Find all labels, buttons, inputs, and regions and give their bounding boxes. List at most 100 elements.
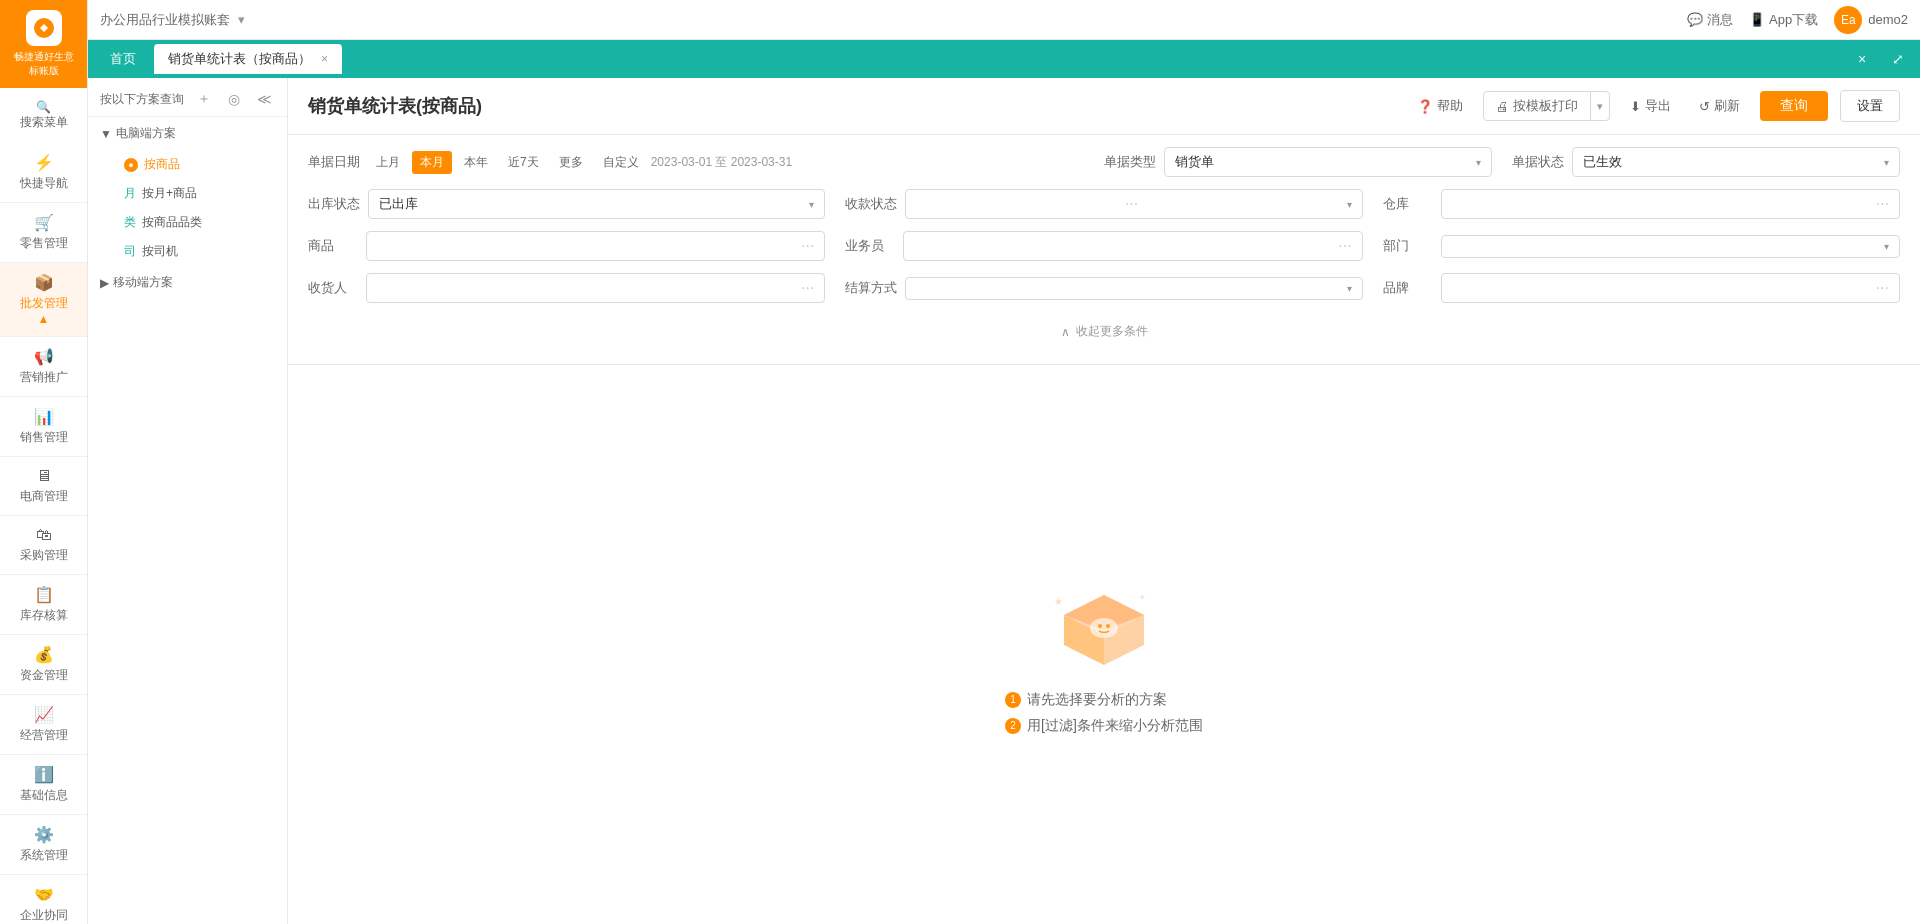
sidebar-item-inventory[interactable]: 📋 库存核算 [0,575,87,635]
goods-input[interactable]: ··· [366,231,825,261]
date-tag-this-year[interactable]: 本年 [456,151,496,174]
brand-dots[interactable]: ··· [1876,279,1889,297]
sidebar-item-system[interactable]: ⚙️ 系统管理 [0,815,87,875]
tree-group-mobile[interactable]: ▶ 移动端方案 [88,266,287,299]
settlement-select[interactable]: ▾ [905,277,1362,300]
payment-status-dots[interactable]: ··· [1125,195,1138,213]
doc-type-value: 销货单 [1175,153,1214,171]
goods-dots[interactable]: ··· [801,237,814,255]
tree-item-by-goods[interactable]: ● 按商品 [88,150,287,179]
receiver-dots[interactable]: ··· [801,279,814,297]
warehouse-dots[interactable]: ··· [1876,195,1889,213]
tab-home[interactable]: 首页 [96,44,150,74]
help-btn[interactable]: ❓ 帮助 [1409,93,1471,119]
salesperson-dots[interactable]: ··· [1338,237,1351,255]
filter-doc-type: 单据类型 销货单 ▾ [1104,147,1492,177]
wholesale-label: 批发管理 [20,295,68,312]
sidebar-item-enterprise[interactable]: 🤝 企业协同 [0,875,87,924]
operation-icon: 📈 [34,705,54,724]
collapse-panel-btn[interactable]: ≪ [253,88,275,110]
date-tag-custom[interactable]: 自定义 [595,151,647,174]
print-icon: 🖨 [1496,99,1509,114]
salesperson-input[interactable]: ··· [903,231,1362,261]
tree-item-icon-category: 类 [124,214,136,231]
message-label: 消息 [1707,11,1733,29]
sidebar-item-sales[interactable]: 📊 销售管理 [0,397,87,457]
sidebar-item-finance[interactable]: 💰 资金管理 [0,635,87,695]
enterprise-label: 企业协同 [20,907,68,924]
app-logo: 畅捷通好生意 标账版 [0,0,88,88]
query-btn[interactable]: 查询 [1760,91,1828,121]
logo-subtext: 标账版 [29,64,59,78]
collapse-conditions-btn[interactable]: ∧ 收起更多条件 [308,315,1900,352]
department-select[interactable]: ▾ [1441,235,1900,258]
date-range: 2023-03-01 至 2023-03-31 [651,154,792,171]
filter-receiver: 收货人 ··· [308,273,825,303]
window-expand-btn[interactable]: ⤢ [1884,45,1912,73]
sidebar-item-quick-nav[interactable]: ⚡ 快捷导航 [0,143,87,203]
page-title: 销货单统计表(按商品) [308,94,482,118]
sidebar-item-marketing[interactable]: 📢 营销推广 [0,337,87,397]
message-btn[interactable]: 💬 消息 [1687,11,1733,29]
industry-dropdown-icon[interactable]: ▾ [238,12,245,27]
retail-label: 零售管理 [20,235,68,252]
ecom-icon: 🖥 [36,467,52,485]
tab-close-icon[interactable]: × [321,52,328,66]
out-status-arrow: ▾ [809,199,814,210]
doc-status-select[interactable]: 已生效 ▾ [1572,147,1900,177]
sidebar-item-retail[interactable]: 🛒 零售管理 [0,203,87,263]
goods-label: 商品 [308,237,358,255]
sidebar-item-basic[interactable]: ℹ️ 基础信息 [0,755,87,815]
settlement-label: 结算方式 [845,279,897,297]
panel-header-label: 按以下方案查询 [100,91,185,108]
edit-scheme-btn[interactable]: ◎ [223,88,245,110]
payment-status-select[interactable]: ··· ▾ [905,189,1362,219]
tip-text-1: 请先选择要分析的方案 [1027,691,1167,709]
filter-salesperson: 业务员 ··· [845,231,1362,261]
sidebar-item-purchase[interactable]: 🛍 采购管理 [0,516,87,575]
tree-group-desktop[interactable]: ▼ 电脑端方案 [88,117,287,150]
svg-point-6 [1098,624,1102,628]
receiver-input[interactable]: ··· [366,273,825,303]
svg-point-7 [1106,624,1110,628]
tree-group-label: 电脑端方案 [116,125,176,142]
settings-btn[interactable]: 设置 [1840,90,1900,122]
date-tag-last-month[interactable]: 上月 [368,151,408,174]
enterprise-icon: 🤝 [34,885,54,904]
sidebar-item-ecom[interactable]: 🖥 电商管理 [0,457,87,516]
tab-sales-report[interactable]: 销货单统计表（按商品） × [154,44,342,74]
app-download-btn[interactable]: 📱 App下载 [1749,11,1818,29]
page-header: 销货单统计表(按商品) ❓ 帮助 🖨 按模板打印 ▾ [288,78,1920,135]
sidebar-item-operation[interactable]: 📈 经营管理 [0,695,87,755]
refresh-btn[interactable]: ↺ 刷新 [1691,93,1748,119]
warehouse-input[interactable]: ··· [1441,189,1900,219]
search-label: 搜索菜单 [20,114,68,131]
brand-input[interactable]: ··· [1441,273,1900,303]
tree-item-by-category[interactable]: 类 按商品品类 [88,208,287,237]
filter-brand: 品牌 ··· [1383,273,1900,303]
export-btn[interactable]: ⬇ 导出 [1622,93,1679,119]
tree-item-by-month-goods[interactable]: 月 按月+商品 [88,179,287,208]
date-tag-this-month[interactable]: 本月 [412,151,452,174]
filter-row-2: 出库状态 已出库 ▾ 收款状态 ··· ▾ [308,189,1900,219]
sidebar-search[interactable]: 🔍 搜索菜单 [0,88,87,143]
content-area: 按以下方案查询 ＋ ◎ ≪ ▼ 电脑端方案 ● 按商品 月 按月+商品 类 按商… [88,78,1920,924]
doc-type-select[interactable]: 销货单 ▾ [1164,147,1492,177]
window-close-btn[interactable]: × [1848,45,1876,73]
svg-text:·: · [1074,643,1076,652]
date-tag-7days[interactable]: 近7天 [500,151,547,174]
sidebar-item-wholesale[interactable]: 📦 批发管理 ▲ [0,263,87,337]
out-status-select[interactable]: 已出库 ▾ [368,189,825,219]
filter-row-4: 收货人 ··· 结算方式 ▾ 品牌 [308,273,1900,303]
date-label: 单据日期 [308,153,360,171]
print-dropdown-btn[interactable]: ▾ [1591,95,1609,118]
print-btn[interactable]: 🖨 按模板打印 [1484,92,1591,120]
tree-item-by-driver[interactable]: 司 按司机 [88,237,287,266]
add-scheme-btn[interactable]: ＋ [193,88,215,110]
filter-row-3: 商品 ··· 业务员 ··· 部门 [308,231,1900,261]
user-menu[interactable]: Ea demo2 [1834,6,1908,34]
left-panel-header: 按以下方案查询 ＋ ◎ ≪ [88,78,287,117]
date-tag-more[interactable]: 更多 [551,151,591,174]
tree-item-label-category: 按商品品类 [142,214,202,231]
tab-bar: 首页 销货单统计表（按商品） × × ⤢ [88,40,1920,78]
